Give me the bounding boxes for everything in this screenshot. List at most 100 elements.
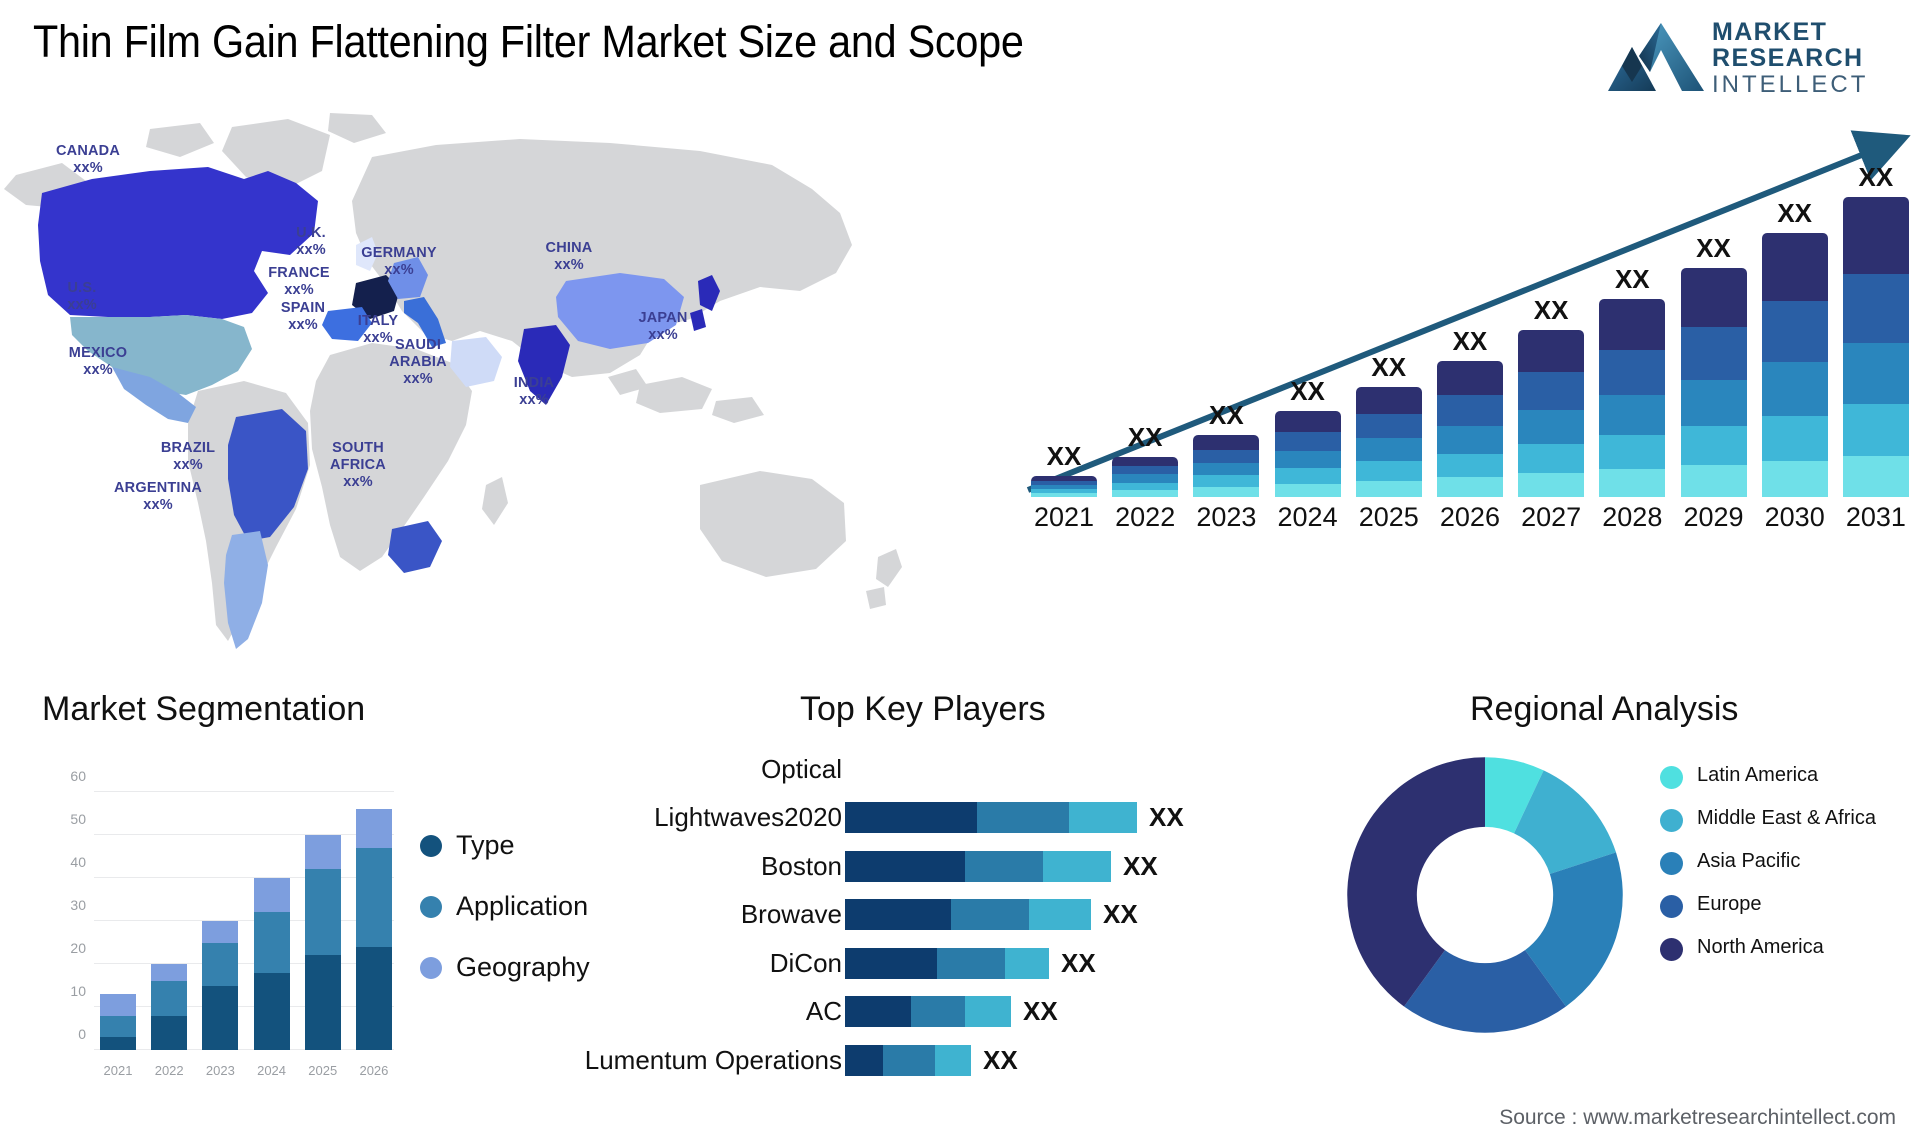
market-segmentation-title: Market Segmentation [42,690,366,728]
segmentation-bar-segment [151,964,188,982]
forecast-bar-segment [1274,483,1341,497]
forecast-bar-segment [1031,492,1097,497]
map-label-germany: GERMANY xx% [361,245,437,279]
segmentation-legend-item: Application [420,891,590,922]
forecast-bar-2025: XX [1355,352,1423,497]
forecast-bar-value: XX [1290,376,1325,407]
forecast-bar-segment [1599,349,1666,395]
forecast-bar [1518,330,1585,497]
forecast-bar-segment [1193,449,1260,464]
legend-color-dot [1660,852,1683,875]
legend-color-dot [1660,895,1683,918]
regional-analysis-panel: Regional Analysis Latin America Middle Ea… [1320,690,1920,1120]
forecast-year-label: 2029 [1683,502,1744,532]
player-bar-segment [965,850,1043,882]
top-key-players-title: Top Key Players [800,690,1046,728]
map-label-china: CHINA xx% [545,240,593,274]
player-bar-segment [883,1044,935,1076]
segmentation-y-tick: 60 [70,768,86,784]
segmentation-bar-segment [100,1037,136,1050]
player-row: Browave XX [640,891,1320,940]
logo-line-research: RESEARCH [1712,43,1864,72]
segmentation-bar-segment [151,1015,188,1050]
player-bar-segment [1043,850,1111,882]
forecast-year-label: 2024 [1277,502,1338,532]
map-label-usa: U.S. xx% [67,280,97,314]
forecast-bar [1031,476,1097,497]
forecast-bar-segment [1842,343,1909,405]
player-bar-segment [977,802,1069,834]
forecast-bar-segment [1680,379,1747,426]
segmentation-bar-segment [151,981,188,1016]
forecast-bar-value: XX [1046,441,1082,472]
segmentation-bars [100,792,392,1050]
forecast-bar-segment [1842,197,1909,275]
forecast-bar-value: XX [1209,400,1244,431]
forecast-bar-segment [1599,394,1666,436]
forecast-bar-segment [1436,394,1503,426]
regional-legend-label: Latin America [1697,764,1819,786]
segmentation-legend-label: Application [456,891,589,921]
regional-legend-item: Middle East & Africa [1660,807,1910,832]
forecast-year-label: 2026 [1439,502,1500,532]
segmentation-bar-2025 [304,835,341,1050]
player-row: AC XX [640,988,1320,1037]
forecast-year-label: 2025 [1358,502,1419,532]
forecast-bar-segment [1274,450,1341,469]
player-row: Boston XX [640,842,1320,891]
map-country-south-africa [388,521,442,573]
segmentation-bar-segment [355,809,392,848]
player-bar-segment [845,802,977,834]
segmentation-bar-2022 [151,964,188,1050]
player-bar-value: XX [983,1044,1018,1075]
player-bar-segment [1069,802,1137,834]
segmentation-x-label: 2026 [359,1063,389,1078]
regional-donut-chart [1347,757,1623,1033]
forecast-bar-segment [1274,411,1341,433]
forecast-bar-segment [1842,404,1909,456]
map-country-brazil [228,409,308,541]
forecast-bar-2030: XX [1761,198,1829,497]
segmentation-legend-label: Type [456,830,515,860]
world-map-panel: CANADA xx% U.S. xx% MEXICO xx% BRAZIL xx… [0,105,1000,675]
forecast-bar-segment [1599,299,1666,350]
forecast-bar-segment [1193,486,1260,497]
map-label-canada: CANADA xx% [55,143,121,177]
player-bar-segment [845,1044,883,1076]
legend-color-dot [1660,938,1683,961]
player-bar-segment [845,899,951,931]
segmentation-bar-2021 [100,994,136,1050]
forecast-year-label: 2027 [1521,502,1582,532]
top-key-players-panel: Top Key Players Optical Lightwaves2020 XX B… [585,690,1320,1120]
segmentation-y-tick: 40 [70,854,86,870]
regional-legend-item: North America [1660,936,1910,961]
forecast-year-label: 2023 [1196,502,1257,532]
forecast-bar [1274,411,1341,497]
forecast-bar-2023: XX [1192,400,1260,497]
segmentation-legend-item: Type [420,830,590,861]
segmentation-bar-segment [100,994,136,1016]
segmentation-bar-segment [202,942,239,986]
forecast-bar-value: XX [1533,295,1569,325]
player-bar [845,996,1011,1028]
player-bar [845,850,1111,882]
segmentation-y-tick: 30 [70,897,86,913]
forecast-bar-segment [1518,410,1585,445]
player-bar-segment [1029,899,1091,931]
forecast-year-label: 2022 [1115,502,1176,532]
regional-legend-item: Asia Pacific [1660,850,1910,875]
forecast-bar-2026: XX [1436,326,1504,497]
forecast-bar-2029: XX [1680,233,1748,497]
forecast-bar-2021: XX [1030,441,1098,497]
forecast-bar-segment [1518,372,1585,411]
forecast-bar-segment [1274,432,1341,451]
segmentation-bar-2024 [253,878,290,1050]
segmentation-bar-2026 [355,809,392,1050]
map-label-france: FRANCE xx% [268,265,330,299]
player-bar [845,1044,971,1076]
forecast-year-axis: 2021 2022 2023 2024 2025 2026 2027 2028 2029 2030… [1030,502,1910,542]
player-bar-value: XX [1103,899,1138,930]
forecast-bar-segment [1680,268,1747,327]
forecast-bar-segment [1761,301,1828,362]
player-row: Lightwaves2020 XX [640,794,1320,843]
